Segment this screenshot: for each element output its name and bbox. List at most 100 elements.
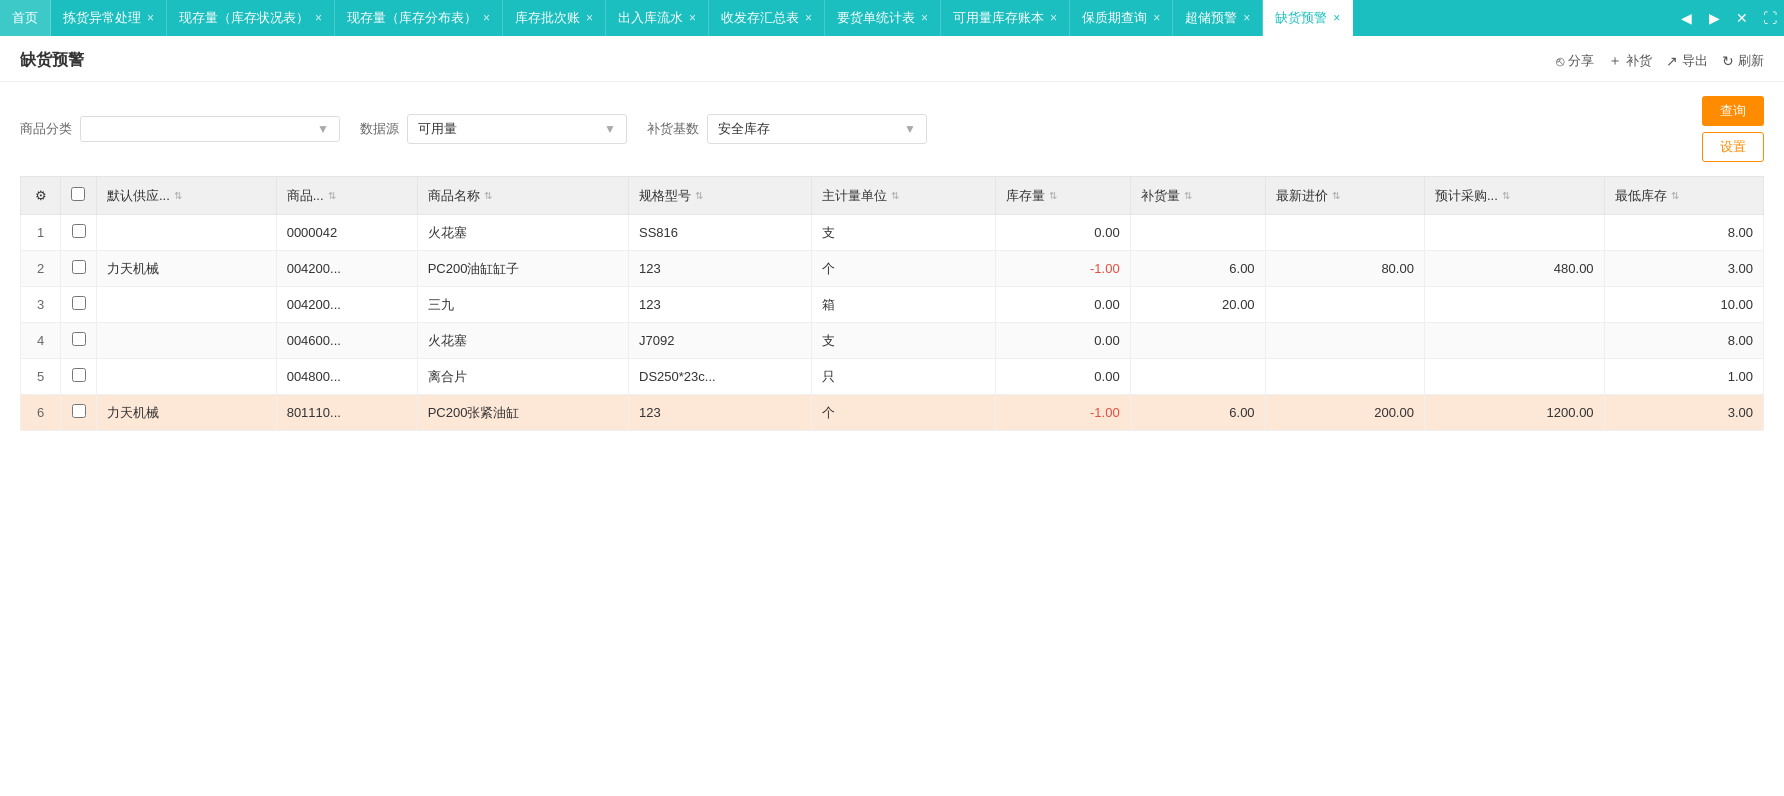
- close-tab-expiry[interactable]: ×: [1153, 11, 1160, 25]
- tab-home[interactable]: 首页: [0, 0, 51, 36]
- row-replenish: 6.00: [1130, 395, 1265, 431]
- close-tab-inout-flow[interactable]: ×: [689, 11, 696, 25]
- row-stock: 0.00: [995, 323, 1130, 359]
- row-min-stock: 3.00: [1604, 395, 1763, 431]
- replenish-button[interactable]: ＋ 补货: [1608, 52, 1652, 70]
- tab-inout-flow[interactable]: 出入库流水 ×: [606, 0, 709, 36]
- row-est-purchase: [1424, 215, 1604, 251]
- tab-prev-btn[interactable]: ◀: [1672, 0, 1700, 36]
- tab-receive-summary[interactable]: 收发存汇总表 ×: [709, 0, 825, 36]
- replenish-icon: ＋: [1608, 52, 1622, 70]
- tab-abnormal[interactable]: 拣货异常处理 ×: [51, 0, 167, 36]
- close-tab-order-stats[interactable]: ×: [921, 11, 928, 25]
- row-checkbox[interactable]: [72, 296, 86, 310]
- col-latest-price[interactable]: 最新进价 ⇅: [1265, 177, 1424, 215]
- row-replenish: [1130, 215, 1265, 251]
- close-tab-shortage[interactable]: ×: [1333, 11, 1340, 25]
- col-settings: ⚙: [21, 177, 61, 215]
- select-all-checkbox[interactable]: [71, 187, 85, 201]
- row-min-stock: 3.00: [1604, 251, 1763, 287]
- tab-next-btn[interactable]: ▶: [1700, 0, 1728, 36]
- tab-stock-status[interactable]: 现存量（库存状况表） ×: [167, 0, 335, 36]
- row-unit: 支: [811, 215, 995, 251]
- filter-category-group: 商品分类 ▼: [20, 116, 340, 142]
- row-product-name: 离合片: [417, 359, 628, 395]
- spec-sort-icon: ⇅: [695, 190, 703, 201]
- tab-bar: 首页 拣货异常处理 × 现存量（库存状况表） × 现存量（库存分布表） × 库存…: [0, 0, 1784, 36]
- col-product-name[interactable]: 商品名称 ⇅: [417, 177, 628, 215]
- query-button[interactable]: 查询: [1702, 96, 1764, 126]
- row-supplier: 力天机械: [97, 395, 277, 431]
- table-body: 1 0000042 火花塞 SS816 支 0.00 8.00 2 力天机械 0…: [21, 215, 1764, 431]
- share-button[interactable]: ⎋ 分享: [1556, 52, 1594, 70]
- row-product-name: PC200张紧油缸: [417, 395, 628, 431]
- row-min-stock: 10.00: [1604, 287, 1763, 323]
- row-supplier: [97, 215, 277, 251]
- close-tab-overstock[interactable]: ×: [1243, 11, 1250, 25]
- col-supplier[interactable]: 默认供应... ⇅: [97, 177, 277, 215]
- close-tab-receive-summary[interactable]: ×: [805, 11, 812, 25]
- refresh-button[interactable]: ↻ 刷新: [1722, 52, 1764, 70]
- row-est-purchase: [1424, 287, 1604, 323]
- datasource-select[interactable]: 可用量 ▼: [407, 114, 627, 144]
- row-latest-price: [1265, 359, 1424, 395]
- row-product-code: 0000042: [276, 215, 417, 251]
- row-stock: 0.00: [995, 215, 1130, 251]
- close-tab-stock-dist[interactable]: ×: [483, 11, 490, 25]
- row-checkbox-cell[interactable]: [61, 323, 97, 359]
- settings-gear-icon[interactable]: ⚙: [35, 188, 47, 203]
- row-latest-price: [1265, 323, 1424, 359]
- category-select[interactable]: ▼: [80, 116, 340, 142]
- settings-button[interactable]: 设置: [1702, 132, 1764, 162]
- refresh-icon: ↻: [1722, 53, 1734, 69]
- row-checkbox-cell[interactable]: [61, 251, 97, 287]
- tab-stock-dist[interactable]: 现存量（库存分布表） ×: [335, 0, 503, 36]
- row-stock: 0.00: [995, 359, 1130, 395]
- est-purchase-sort-icon: ⇅: [1502, 190, 1510, 201]
- col-spec[interactable]: 规格型号 ⇅: [629, 177, 812, 215]
- row-product-code: 801110...: [276, 395, 417, 431]
- unit-sort-icon: ⇅: [891, 190, 899, 201]
- row-checkbox[interactable]: [72, 332, 86, 346]
- row-checkbox-cell[interactable]: [61, 215, 97, 251]
- row-replenish: [1130, 323, 1265, 359]
- tab-avail-ledger[interactable]: 可用量库存账本 ×: [941, 0, 1070, 36]
- tab-order-stats[interactable]: 要货单统计表 ×: [825, 0, 941, 36]
- row-spec: 123: [629, 287, 812, 323]
- tab-overstock[interactable]: 超储预警 ×: [1173, 0, 1263, 36]
- row-min-stock: 1.00: [1604, 359, 1763, 395]
- col-est-purchase[interactable]: 预计采购... ⇅: [1424, 177, 1604, 215]
- row-checkbox-cell[interactable]: [61, 287, 97, 323]
- close-tab-abnormal[interactable]: ×: [147, 11, 154, 25]
- row-product-code: 004600...: [276, 323, 417, 359]
- row-checkbox-cell[interactable]: [61, 359, 97, 395]
- row-spec: SS816: [629, 215, 812, 251]
- col-unit[interactable]: 主计量单位 ⇅: [811, 177, 995, 215]
- export-button[interactable]: ↗ 导出: [1666, 52, 1708, 70]
- tab-expiry[interactable]: 保质期查询 ×: [1070, 0, 1173, 36]
- col-replenish[interactable]: 补货量 ⇅: [1130, 177, 1265, 215]
- table-row: 4 004600... 火花塞 J7092 支 0.00 8.00: [21, 323, 1764, 359]
- tab-batch-account[interactable]: 库存批次账 ×: [503, 0, 606, 36]
- row-checkbox[interactable]: [72, 404, 86, 418]
- close-tab-batch-account[interactable]: ×: [586, 11, 593, 25]
- row-product-name: PC200油缸缸子: [417, 251, 628, 287]
- row-checkbox[interactable]: [72, 224, 86, 238]
- col-min-stock[interactable]: 最低库存 ⇅: [1604, 177, 1763, 215]
- tab-shortage[interactable]: 缺货预警 ×: [1263, 0, 1353, 36]
- row-num-cell: 4: [21, 323, 61, 359]
- row-stock: -1.00: [995, 251, 1130, 287]
- table-header-row: ⚙ 默认供应... ⇅ 商品...: [21, 177, 1764, 215]
- replenish-basis-select[interactable]: 安全库存 ▼: [707, 114, 927, 144]
- row-spec: 123: [629, 251, 812, 287]
- tab-close-all-btn[interactable]: ✕: [1728, 0, 1756, 36]
- col-stock[interactable]: 库存量 ⇅: [995, 177, 1130, 215]
- row-checkbox-cell[interactable]: [61, 395, 97, 431]
- row-checkbox[interactable]: [72, 368, 86, 382]
- close-tab-stock-status[interactable]: ×: [315, 11, 322, 25]
- row-checkbox[interactable]: [72, 260, 86, 274]
- close-tab-avail-ledger[interactable]: ×: [1050, 11, 1057, 25]
- tab-fullscreen-btn[interactable]: ⛶: [1756, 0, 1784, 36]
- col-product-code[interactable]: 商品... ⇅: [276, 177, 417, 215]
- latest-price-sort-icon: ⇅: [1332, 190, 1340, 201]
